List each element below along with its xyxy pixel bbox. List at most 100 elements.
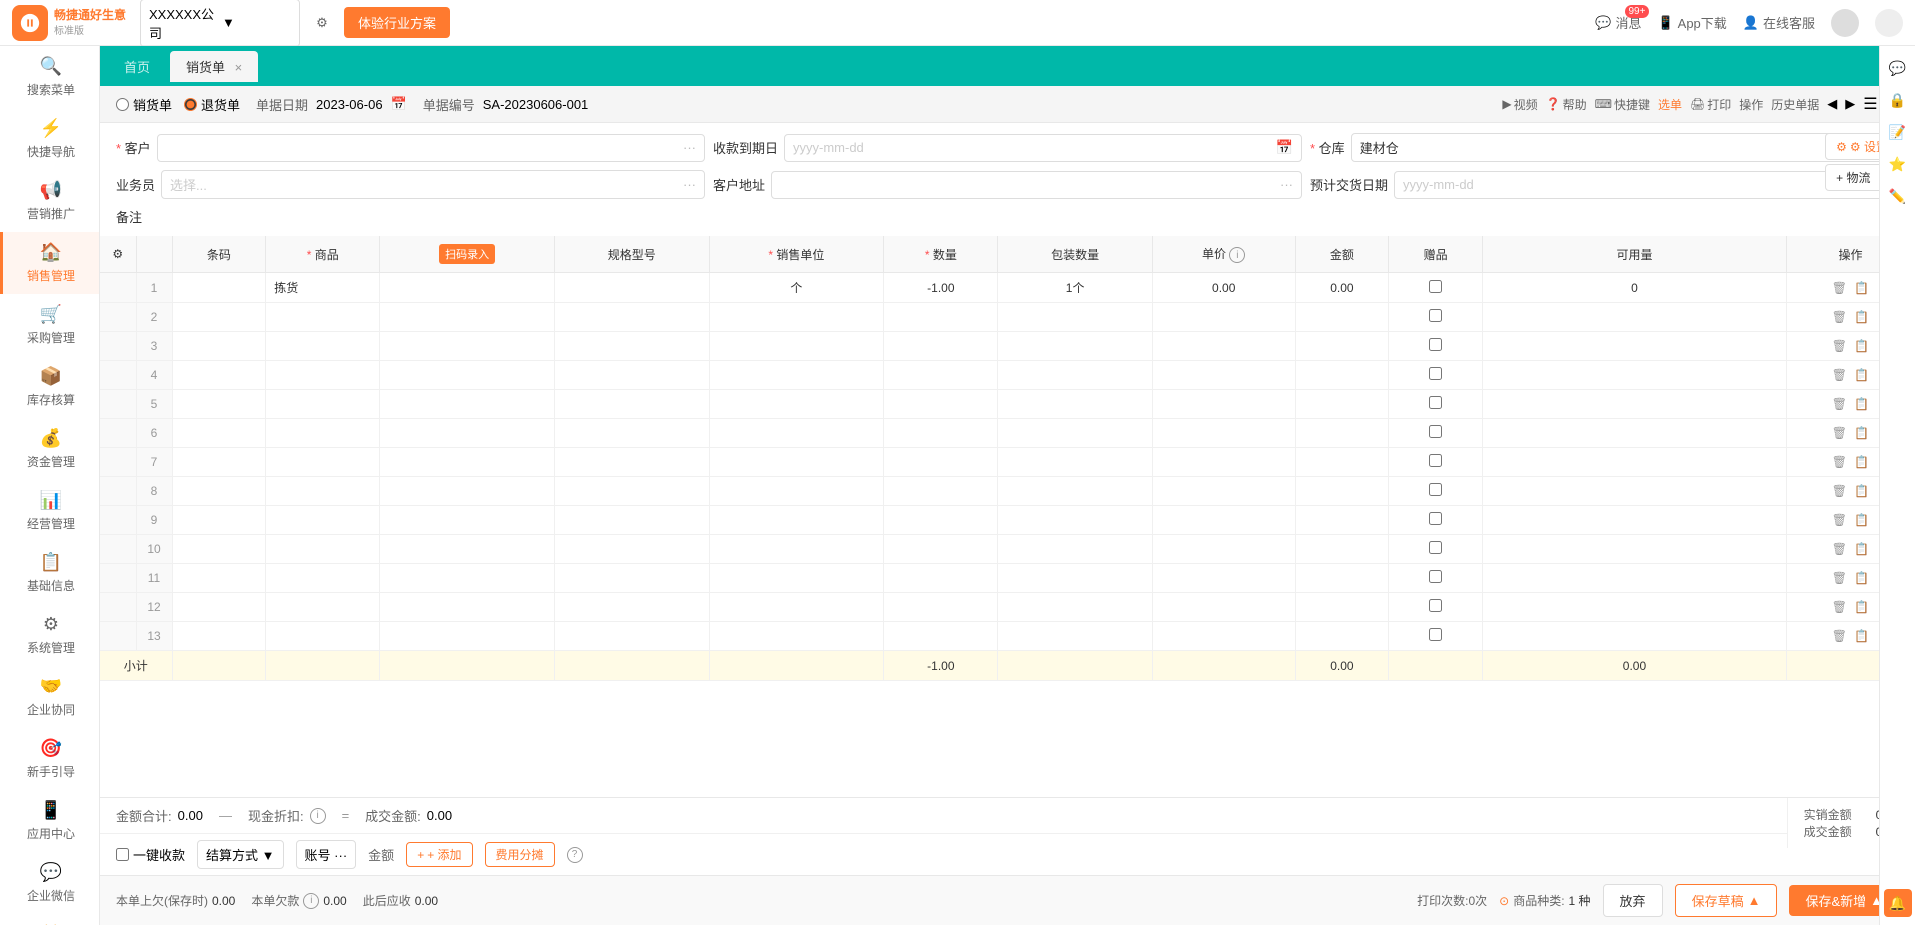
sidebar-item-basics[interactable]: 📋 基础信息	[0, 542, 99, 604]
row-quantity[interactable]	[884, 419, 998, 448]
row-gift[interactable]	[1389, 390, 1483, 419]
row-unit[interactable]	[709, 361, 884, 390]
row-gift[interactable]	[1389, 477, 1483, 506]
right-panel-orange-btn[interactable]: 🔔	[1884, 889, 1912, 917]
sidebar-item-wechat[interactable]: 💬 企业微信	[0, 852, 99, 914]
row-delete-btn[interactable]: 🗑	[1832, 571, 1847, 585]
row-copy-btn[interactable]: 📋	[1854, 513, 1869, 527]
row-pack-qty[interactable]	[998, 564, 1153, 593]
customer-input[interactable]: ···	[157, 134, 705, 162]
row-unit[interactable]	[709, 390, 884, 419]
row-copy-btn[interactable]: 📋	[1854, 484, 1869, 498]
link-select[interactable]: 选单	[1658, 96, 1682, 113]
right-panel-chat-btn[interactable]: 💬	[1884, 54, 1912, 82]
row-barcode[interactable]	[172, 448, 266, 477]
row-gift[interactable]	[1389, 593, 1483, 622]
row-product[interactable]	[266, 622, 380, 651]
right-panel-note-btn[interactable]: 📝	[1884, 118, 1912, 146]
row-product[interactable]	[266, 390, 380, 419]
row-barcode[interactable]	[172, 332, 266, 361]
row-amount[interactable]	[1295, 477, 1389, 506]
row-barcode[interactable]	[172, 303, 266, 332]
nav-prev-icon[interactable]: ◀	[1827, 96, 1837, 112]
row-barcode[interactable]	[172, 419, 266, 448]
row-spec[interactable]	[555, 361, 710, 390]
row-spec[interactable]	[555, 477, 710, 506]
payment-cal-icon[interactable]: 📅	[1276, 139, 1293, 156]
row-product[interactable]	[266, 535, 380, 564]
right-panel-edit-btn[interactable]: ✏️	[1884, 182, 1912, 210]
row-barcode[interactable]	[172, 506, 266, 535]
row-pack-qty[interactable]	[998, 361, 1153, 390]
row-product[interactable]	[266, 477, 380, 506]
row-delete-btn[interactable]: 🗑	[1832, 426, 1847, 440]
row-spec[interactable]	[555, 448, 710, 477]
abandon-button[interactable]: 放弃	[1603, 884, 1663, 917]
row-quantity[interactable]	[884, 506, 998, 535]
row-pack-qty[interactable]	[998, 477, 1153, 506]
row-barcode[interactable]	[172, 477, 266, 506]
sidebar-item-quick-nav[interactable]: ⚡ 快捷导航	[0, 108, 99, 170]
view-list-icon[interactable]: ☰	[1863, 94, 1877, 114]
tab-sale-order[interactable]: 销货单 ×	[170, 51, 258, 82]
row-copy-btn[interactable]: 📋	[1854, 600, 1869, 614]
table-container[interactable]: ⚙ 条码 商品 扫码录入 规格型号 销售单位 数量 包装数量 单价 i 金额 赠…	[100, 236, 1915, 797]
product-type-radio[interactable]: ⊙	[1499, 894, 1509, 908]
row-product[interactable]	[266, 448, 380, 477]
row-unit-price[interactable]	[1152, 622, 1295, 651]
row-unit[interactable]	[709, 564, 884, 593]
one-click-payment-label[interactable]: 一键收款	[116, 845, 185, 864]
row-amount[interactable]	[1295, 593, 1389, 622]
sidebar-item-system[interactable]: ⚙ 系统管理	[0, 604, 99, 666]
row-amount[interactable]	[1295, 390, 1389, 419]
row-unit-price[interactable]	[1152, 564, 1295, 593]
right-panel-lock-btn[interactable]: 🔒	[1884, 86, 1912, 114]
message-action[interactable]: 💬 消息 99+	[1595, 13, 1641, 32]
row-unit[interactable]	[709, 593, 884, 622]
row-quantity[interactable]	[884, 361, 998, 390]
row-copy-btn[interactable]: 📋	[1854, 281, 1869, 295]
link-print[interactable]: 🖨 打印	[1690, 96, 1731, 113]
row-delete-btn[interactable]: 🗑	[1832, 455, 1847, 469]
row-gift[interactable]	[1389, 564, 1483, 593]
one-click-checkbox[interactable]	[116, 848, 129, 861]
row-amount[interactable]	[1295, 506, 1389, 535]
row-delete-btn[interactable]: 🗑	[1832, 600, 1847, 614]
row-quantity[interactable]	[884, 477, 998, 506]
row-amount[interactable]	[1295, 419, 1389, 448]
row-quantity[interactable]	[884, 390, 998, 419]
row-pack-qty[interactable]	[998, 303, 1153, 332]
row-quantity[interactable]	[884, 535, 998, 564]
sidebar-item-capital[interactable]: 💰 资金管理	[0, 418, 99, 480]
expected-date-input[interactable]: yyyy-mm-dd 📅	[1394, 171, 1899, 199]
row-unit[interactable]	[709, 303, 884, 332]
payment-date-input[interactable]: yyyy-mm-dd 📅	[784, 134, 1302, 162]
row-spec[interactable]	[555, 535, 710, 564]
row-unit-price[interactable]	[1152, 390, 1295, 419]
row-delete-btn[interactable]: 🗑	[1832, 339, 1847, 353]
calendar-icon[interactable]: 📅	[391, 96, 407, 112]
row-pack-qty[interactable]	[998, 535, 1153, 564]
row-gift[interactable]	[1389, 448, 1483, 477]
row-delete-btn[interactable]: 🗑	[1832, 310, 1847, 324]
row-copy-btn[interactable]: 📋	[1854, 368, 1869, 382]
row-pack-qty[interactable]	[998, 419, 1153, 448]
row-amount[interactable]	[1295, 564, 1389, 593]
row-spec[interactable]	[555, 390, 710, 419]
row-delete-btn[interactable]: 🗑	[1832, 484, 1847, 498]
row-delete-btn[interactable]: 🗑	[1832, 542, 1847, 556]
row-unit[interactable]	[709, 535, 884, 564]
sidebar-item-guide[interactable]: 🎯 新手引导	[0, 728, 99, 790]
row-pack-qty[interactable]	[998, 506, 1153, 535]
row-unit[interactable]	[709, 477, 884, 506]
sidebar-item-apps[interactable]: 📱 应用中心	[0, 790, 99, 852]
row-product[interactable]	[266, 303, 380, 332]
warehouse-input[interactable]: 建材仓 ···	[1351, 133, 1899, 162]
row-quantity[interactable]	[884, 622, 998, 651]
company-selector[interactable]: XXXXXX公司 ▼	[140, 0, 300, 47]
row-copy-btn[interactable]: 📋	[1854, 629, 1869, 643]
row-gift[interactable]	[1389, 535, 1483, 564]
row-barcode[interactable]	[172, 361, 266, 390]
sidebar-item-operations[interactable]: 📊 经营管理	[0, 480, 99, 542]
tab-close-icon[interactable]: ×	[235, 60, 243, 75]
